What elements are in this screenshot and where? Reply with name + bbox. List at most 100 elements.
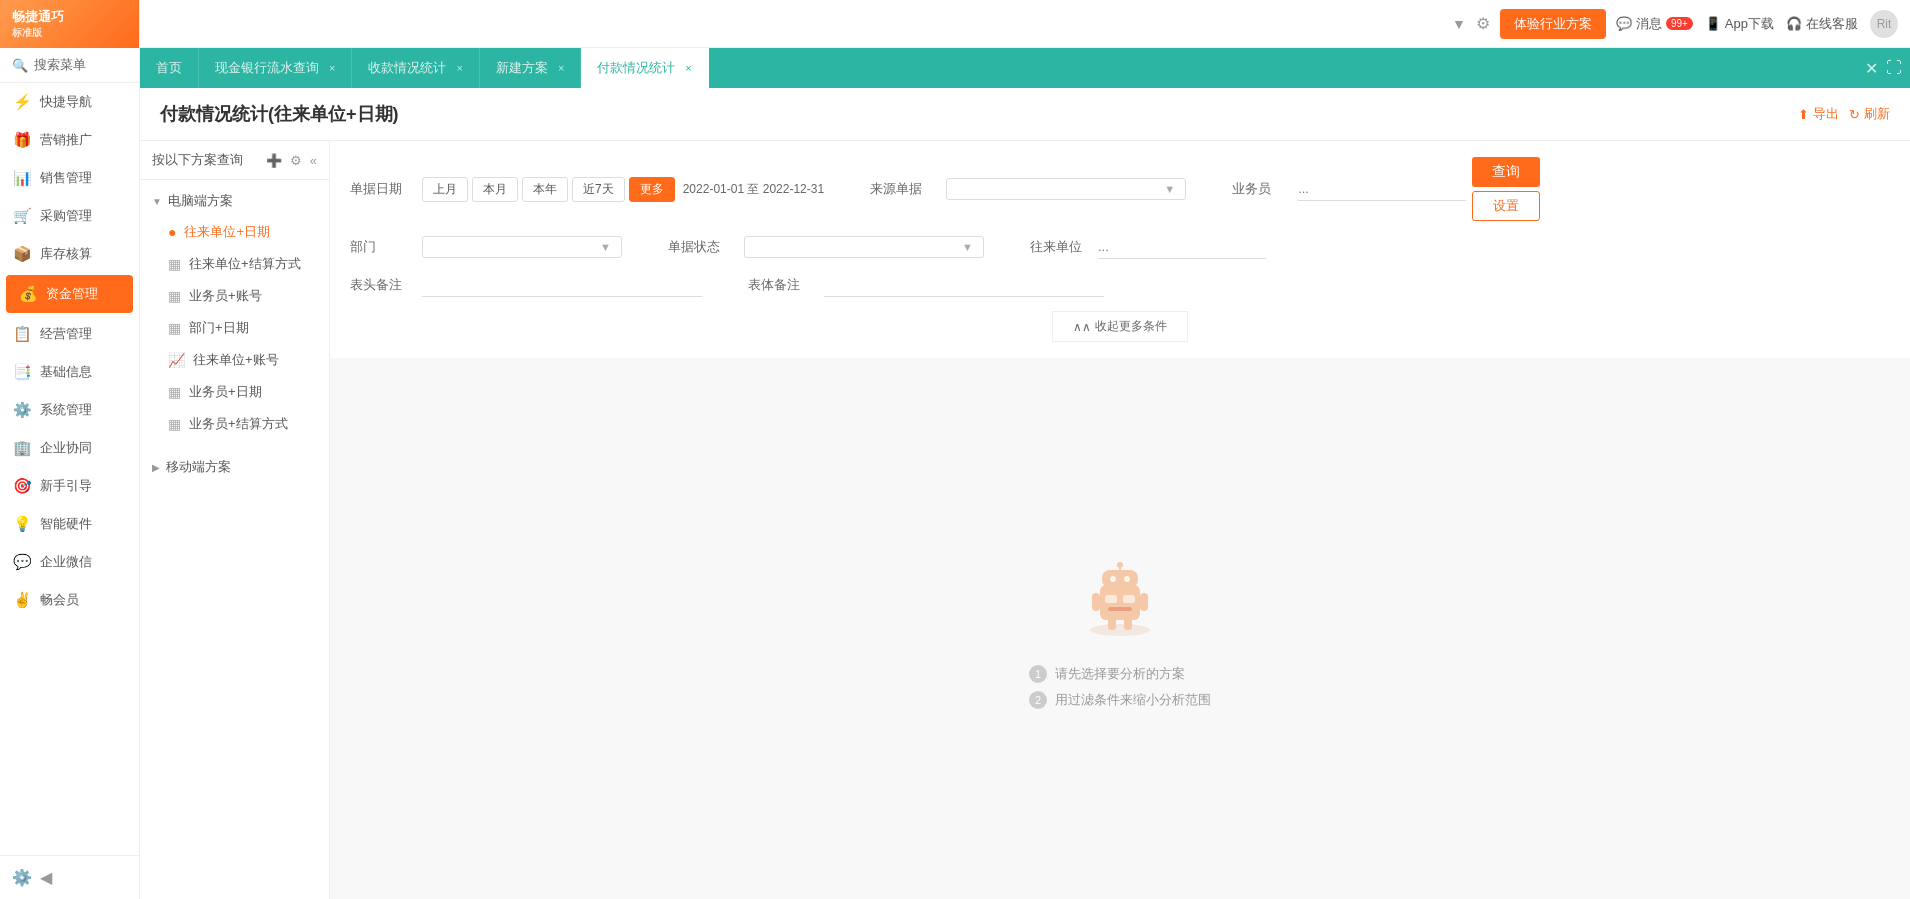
scheme-item-5[interactable]: ▦ 业务员+日期: [140, 376, 329, 408]
tab-close-all-icon[interactable]: ✕: [1865, 59, 1878, 78]
empty-state: 1 请先选择要分析的方案 2 用过滤条件来缩小分析范围: [330, 358, 1910, 899]
app-name: 畅捷通巧: [12, 8, 64, 26]
dept-select[interactable]: ▼: [422, 236, 622, 258]
collapse-button[interactable]: ∧∧ 收起更多条件: [1052, 311, 1188, 342]
note-header-input[interactable]: [422, 273, 702, 297]
online-service-button[interactable]: 🎧 在线客服: [1786, 15, 1858, 33]
settings-scheme-icon[interactable]: ⚙: [290, 153, 302, 168]
refresh-button[interactable]: ↻ 刷新: [1849, 105, 1890, 123]
sidebar-item-base[interactable]: 📑 基础信息: [0, 353, 139, 391]
date-current-month[interactable]: 本月: [472, 177, 518, 202]
try-industry-button[interactable]: 体验行业方案: [1500, 9, 1606, 39]
tab-payment-stat-close[interactable]: ×: [685, 62, 691, 74]
sidebar-item-sales[interactable]: 📊 销售管理: [0, 159, 139, 197]
date-last7[interactable]: 近7天: [572, 177, 625, 202]
query-button[interactable]: 查询: [1472, 157, 1540, 187]
purchase-icon: 🛒: [12, 207, 32, 225]
setting-button[interactable]: 设置: [1472, 191, 1540, 221]
tab-controls: ✕ ⛶: [1857, 48, 1910, 88]
svg-point-0: [1090, 624, 1150, 636]
settings-icon[interactable]: ⚙️: [12, 868, 32, 887]
tab-bank-close[interactable]: ×: [329, 62, 335, 74]
scheme-item-3[interactable]: ▦ 部门+日期: [140, 312, 329, 344]
export-button[interactable]: ⬆ 导出: [1798, 105, 1839, 123]
svg-rect-3: [1123, 595, 1135, 603]
page-title: 付款情况统计(往来单位+日期): [160, 102, 399, 140]
sidebar-item-company[interactable]: 🏢 企业协同: [0, 429, 139, 467]
scheme-group-pc-label: 电脑端方案: [168, 192, 233, 210]
tab-bank[interactable]: 现金银行流水查询 ×: [199, 48, 352, 88]
main-content: 单据日期 上月 本月 本年 近7天 更多 2022-01-01 至 2022-1…: [330, 141, 1910, 899]
tab-new-plan-close[interactable]: ×: [558, 62, 564, 74]
note-header-label: 表头备注: [350, 276, 406, 294]
add-scheme-icon[interactable]: ➕: [266, 153, 282, 168]
arrow-right-icon: ▶: [152, 462, 160, 473]
sidebar-item-marketing[interactable]: 🎁 营销推广: [0, 121, 139, 159]
base-icon: 📑: [12, 363, 32, 381]
scheme-panel: 按以下方案查询 ➕ ⚙ « ▼ 电脑端方案 ● 往来单位+日期: [140, 141, 330, 899]
sidebar-item-label: 经营管理: [40, 325, 92, 343]
tab-receivable-close[interactable]: ×: [456, 62, 462, 74]
sidebar-item-label: 企业协同: [40, 439, 92, 457]
sidebar-item-hardware[interactable]: 💡 智能硬件: [0, 505, 139, 543]
doc-status-select[interactable]: ▼: [744, 236, 984, 258]
empty-tips: 1 请先选择要分析的方案 2 用过滤条件来缩小分析范围: [1029, 661, 1211, 713]
source-select[interactable]: ▼: [946, 178, 1186, 200]
sidebar-item-capital[interactable]: 💰 资金管理: [6, 275, 133, 313]
message-label: 消息: [1636, 15, 1662, 33]
settings-button[interactable]: ⚙: [1476, 14, 1490, 33]
date-last-month[interactable]: 上月: [422, 177, 468, 202]
collapse-scheme-icon[interactable]: «: [310, 153, 317, 168]
sidebar-item-purchase[interactable]: 🛒 采购管理: [0, 197, 139, 235]
sidebar-item-label: 畅会员: [40, 591, 79, 609]
page-header-actions: ⬆ 导出 ↻ 刷新: [1798, 105, 1890, 137]
staff-input[interactable]: [1298, 177, 1466, 201]
tab-spacer: [709, 48, 1857, 88]
scheme-item-0[interactable]: ● 往来单位+日期: [140, 216, 329, 248]
sidebar-item-member[interactable]: ✌️ 畅会员: [0, 581, 139, 619]
sidebar-item-operation[interactable]: 📋 经营管理: [0, 315, 139, 353]
dropdown-button[interactable]: ▼: [1452, 16, 1466, 32]
company-icon: 🏢: [12, 439, 32, 457]
page-content: 付款情况统计(往来单位+日期) ⬆ 导出 ↻ 刷新 按以下方案查询 ➕: [140, 88, 1910, 899]
sidebar-item-label: 采购管理: [40, 207, 92, 225]
tab-payment-stat[interactable]: 付款情况统计 ×: [581, 48, 708, 88]
sidebar-item-label: 系统管理: [40, 401, 92, 419]
sidebar-item-quicknav[interactable]: ⚡ 快捷导航: [0, 83, 139, 121]
scheme-item-4[interactable]: 📈 往来单位+账号: [140, 344, 329, 376]
tab-home[interactable]: 首页: [140, 48, 199, 88]
sidebar-item-wechat[interactable]: 💬 企业微信: [0, 543, 139, 581]
sidebar-item-inventory[interactable]: 📦 库存核算: [0, 235, 139, 273]
sidebar: 畅捷通巧 标准版 🔍 搜索菜单 ⚡ 快捷导航 🎁 营销推广 📊 销售管理 🛒 采…: [0, 0, 140, 899]
scheme-item-6[interactable]: ▦ 业务员+结算方式: [140, 408, 329, 440]
scheme-group-mobile-header[interactable]: ▶ 移动端方案: [140, 452, 329, 482]
scheme-item-label: 往来单位+结算方式: [189, 255, 301, 273]
sales-icon: 📊: [12, 169, 32, 187]
partner-input[interactable]: [1098, 235, 1266, 259]
scheme-table-icon: ▦: [168, 320, 181, 336]
app-download-button[interactable]: 📱 App下载: [1705, 15, 1774, 33]
message-button[interactable]: 💬 消息 99+: [1616, 15, 1693, 33]
scheme-item-1[interactable]: ▦ 往来单位+结算方式: [140, 248, 329, 280]
date-more[interactable]: 更多: [629, 177, 675, 202]
tab-expand-icon[interactable]: ⛶: [1886, 59, 1902, 77]
date-current-year[interactable]: 本年: [522, 177, 568, 202]
tab-new-plan[interactable]: 新建方案 ×: [480, 48, 581, 88]
empty-tip-1: 1 请先选择要分析的方案: [1029, 661, 1211, 687]
svg-rect-9: [1102, 570, 1138, 588]
svg-rect-5: [1092, 593, 1100, 611]
sidebar-item-system[interactable]: ⚙️ 系统管理: [0, 391, 139, 429]
marketing-icon: 🎁: [12, 131, 32, 149]
svg-rect-2: [1105, 595, 1117, 603]
note-body-input[interactable]: [824, 273, 1104, 297]
user-avatar[interactable]: Rit: [1870, 10, 1898, 38]
scheme-group-pc-header[interactable]: ▼ 电脑端方案: [140, 186, 329, 216]
sidebar-item-guide[interactable]: 🎯 新手引导: [0, 467, 139, 505]
scheme-panel-title: 按以下方案查询: [152, 151, 243, 169]
tab-receivable[interactable]: 收款情况统计 ×: [352, 48, 479, 88]
collapse-label: 收起更多条件: [1095, 318, 1167, 335]
search-menu[interactable]: 🔍 搜索菜单: [0, 48, 139, 83]
scheme-item-2[interactable]: ▦ 业务员+账号: [140, 280, 329, 312]
collapse-sidebar-icon[interactable]: ◀: [40, 868, 52, 887]
sidebar-item-label: 新手引导: [40, 477, 92, 495]
